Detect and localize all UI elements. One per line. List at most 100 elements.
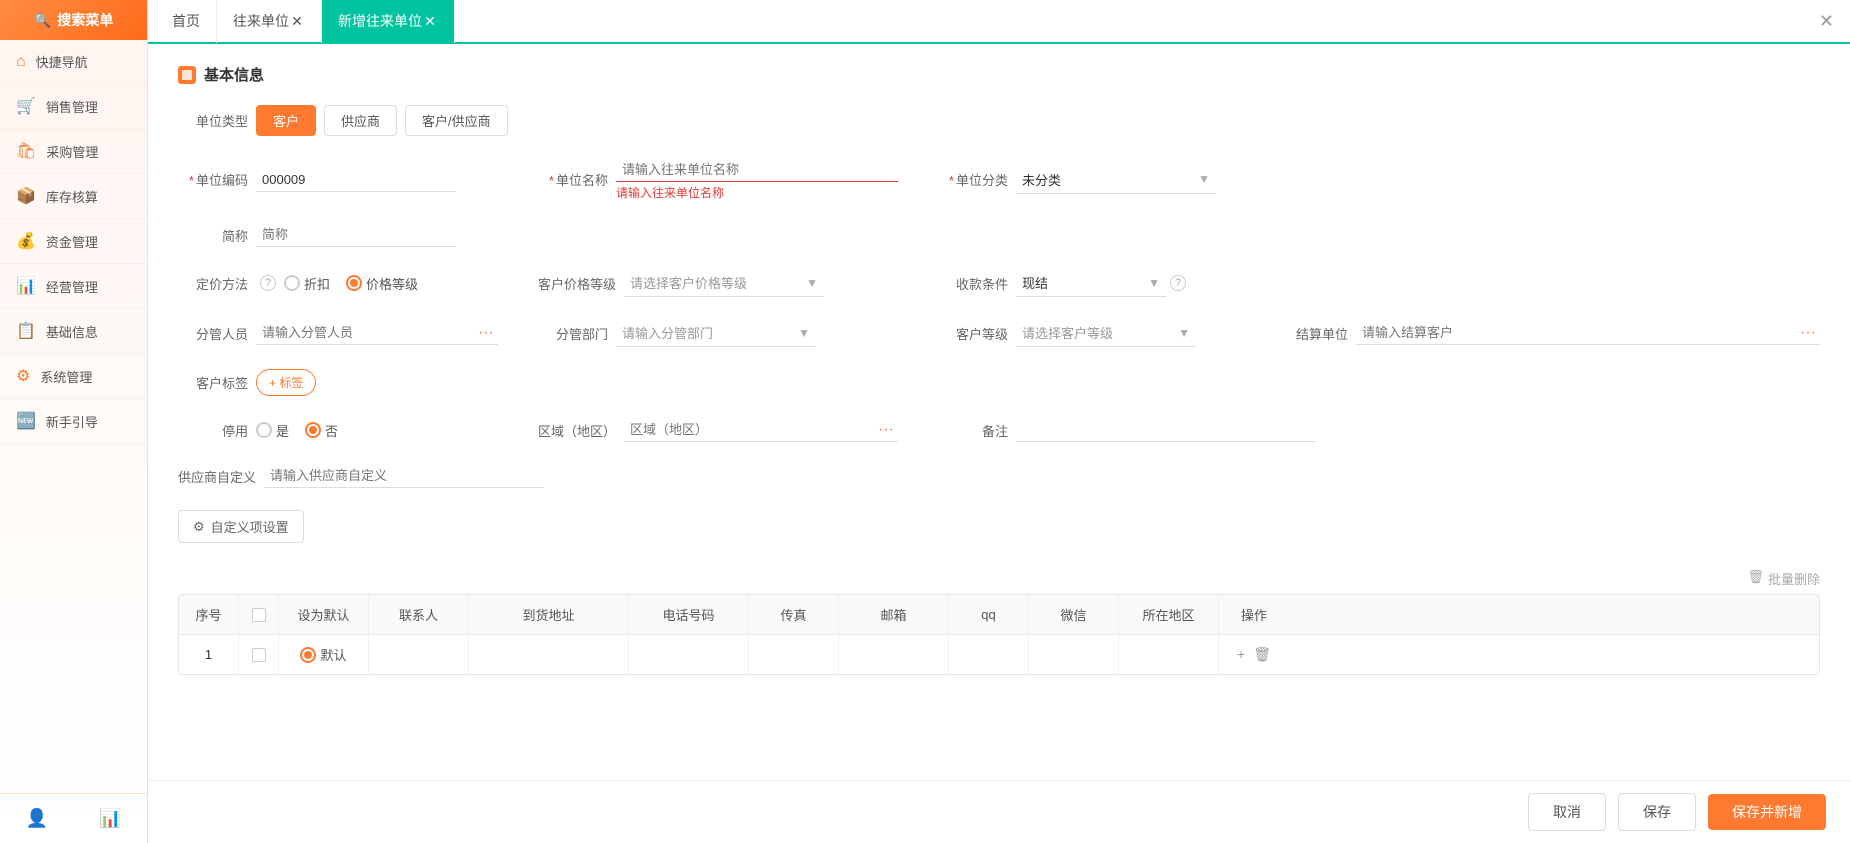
unit-name-error: 请输入往来单位名称 bbox=[616, 184, 898, 201]
tab-new-partner[interactable]: 新增往来单位 ✕ bbox=[322, 0, 455, 43]
sidebar-item-sales[interactable]: 🛒 销售管理 bbox=[0, 84, 147, 129]
department-select[interactable]: 请输入分管部门 ▼ bbox=[616, 319, 816, 347]
sidebar-item-label: 基础信息 bbox=[46, 322, 98, 341]
department-chevron: ▼ bbox=[798, 326, 810, 340]
phone-input[interactable] bbox=[637, 647, 740, 662]
purchase-icon: 🛍 bbox=[16, 141, 36, 161]
disabled-yes-label: 是 bbox=[276, 421, 289, 440]
save-new-button[interactable]: 保存并新增 bbox=[1708, 794, 1826, 830]
pricing-method-label: 定价方法 bbox=[178, 274, 248, 293]
sidebar-item-quick-nav[interactable]: ⌂ 快捷导航 bbox=[0, 40, 147, 84]
col-header-email: 邮箱 bbox=[839, 595, 949, 634]
customer-price-level-select[interactable]: 请选择客户价格等级 ▼ bbox=[624, 269, 824, 297]
pricing-discount[interactable]: 折扣 bbox=[284, 274, 330, 293]
row-checkbox[interactable] bbox=[252, 648, 266, 662]
unit-code-input[interactable] bbox=[256, 168, 456, 192]
disabled-no[interactable]: 否 bbox=[305, 421, 338, 440]
address-input[interactable] bbox=[477, 647, 620, 662]
notes-input[interactable] bbox=[1016, 418, 1316, 442]
delete-row-btn[interactable]: 🗑 bbox=[1253, 646, 1271, 663]
cancel-button[interactable]: 取消 bbox=[1528, 793, 1606, 831]
manager-row: 分管人员 ··· 分管部门 请输入分管部门 ▼ 客户等级 请选择客户等级 ▼ bbox=[178, 319, 1820, 347]
row-email[interactable] bbox=[839, 635, 949, 674]
payment-terms-chevron: ▼ bbox=[1148, 276, 1160, 290]
payment-terms-group: 收款条件 现结 ▼ ? bbox=[938, 269, 1238, 297]
sidebar-search[interactable]: 🔍 搜索菜单 bbox=[0, 0, 147, 40]
region-input[interactable] bbox=[624, 418, 874, 441]
row-fax[interactable] bbox=[749, 635, 839, 674]
sidebar-footer-right[interactable]: 📊 bbox=[74, 794, 148, 843]
sidebar-item-purchase[interactable]: 🛍 采购管理 bbox=[0, 129, 147, 174]
sidebar-item-inventory[interactable]: 📦 库存核算 bbox=[0, 174, 147, 219]
footer: 取消 保存 保存并新增 bbox=[148, 780, 1850, 843]
manager-dots-btn[interactable]: ··· bbox=[474, 324, 498, 342]
supplier-custom-group: 供应商自定义 bbox=[178, 464, 578, 488]
row-phone[interactable] bbox=[629, 635, 749, 674]
unit-type-both[interactable]: 客户/供应商 bbox=[405, 105, 508, 136]
pricing-price-level[interactable]: 价格等级 bbox=[346, 274, 418, 293]
settlement-unit-dots-btn[interactable]: ··· bbox=[1796, 324, 1820, 342]
sidebar-footer-left[interactable]: 👤 bbox=[0, 794, 74, 843]
row-address[interactable] bbox=[469, 635, 629, 674]
batch-delete-label[interactable]: 批量删除 bbox=[1768, 569, 1820, 588]
row-contact[interactable] bbox=[369, 635, 469, 674]
row-qq[interactable] bbox=[949, 635, 1029, 674]
sidebar-item-label: 销售管理 bbox=[46, 97, 98, 116]
custom-settings-button[interactable]: ⚙ 自定义项设置 bbox=[178, 510, 304, 543]
window-close-button[interactable]: ✕ bbox=[1811, 11, 1842, 32]
tab-new-partner-close[interactable]: ✕ bbox=[422, 13, 438, 29]
row-region[interactable] bbox=[1119, 635, 1219, 674]
notes-label: 备注 bbox=[938, 421, 1008, 440]
row-default[interactable]: 默认 bbox=[279, 635, 369, 674]
payment-help-icon[interactable]: ? bbox=[1170, 275, 1186, 291]
basic-info-icon: 📋 bbox=[16, 321, 36, 341]
price-level-label: 价格等级 bbox=[366, 274, 418, 293]
qq-input[interactable] bbox=[957, 647, 1020, 662]
row-default-radio[interactable]: 默认 bbox=[300, 645, 346, 664]
add-row-btn[interactable]: + bbox=[1237, 646, 1245, 663]
supplier-custom-input[interactable] bbox=[264, 464, 544, 488]
tab-partners-close[interactable]: ✕ bbox=[289, 13, 305, 29]
short-name-input[interactable] bbox=[256, 223, 456, 247]
tab-partners[interactable]: 往来单位 ✕ bbox=[217, 0, 322, 43]
tab-home[interactable]: 首页 bbox=[156, 0, 217, 43]
contacts-table: 序号 设为默认 联系人 到货地址 电话号码 传真 bbox=[178, 594, 1820, 675]
region-row-input[interactable] bbox=[1127, 647, 1210, 662]
row-check[interactable] bbox=[239, 635, 279, 674]
col-header-check[interactable] bbox=[239, 595, 279, 634]
pricing-help-icon[interactable]: ? bbox=[260, 275, 276, 291]
unit-name-input[interactable] bbox=[616, 158, 898, 182]
save-button[interactable]: 保存 bbox=[1618, 793, 1696, 831]
wechat-input[interactable] bbox=[1037, 647, 1110, 662]
fax-input[interactable] bbox=[757, 647, 830, 662]
tab-home-label: 首页 bbox=[172, 11, 200, 31]
sidebar-item-system[interactable]: ⚙ 系统管理 bbox=[0, 354, 147, 399]
customer-price-level-placeholder: 请选择客户价格等级 bbox=[630, 273, 802, 292]
region-dots-btn[interactable]: ··· bbox=[874, 421, 898, 439]
sidebar-item-guide[interactable]: 🆕 新手引导 bbox=[0, 399, 147, 444]
col-header-region: 所在地区 bbox=[1119, 595, 1219, 634]
unit-type-supplier[interactable]: 供应商 bbox=[324, 105, 397, 136]
customer-level-select[interactable]: 请选择客户等级 ▼ bbox=[1016, 319, 1196, 347]
default-radio-btn bbox=[300, 647, 316, 663]
sidebar-item-basic-info[interactable]: 📋 基础信息 bbox=[0, 309, 147, 354]
sidebar-item-finance[interactable]: 💰 资金管理 bbox=[0, 219, 147, 264]
payment-terms-select[interactable]: 现结 ▼ bbox=[1016, 269, 1166, 297]
disabled-yes[interactable]: 是 bbox=[256, 421, 289, 440]
add-tag-button[interactable]: + 标签 bbox=[256, 369, 316, 396]
supplier-custom-row: 供应商自定义 bbox=[178, 464, 1820, 488]
row-wechat[interactable] bbox=[1029, 635, 1119, 674]
settlement-unit-input[interactable] bbox=[1356, 321, 1796, 344]
unit-category-chevron: ▼ bbox=[1198, 172, 1210, 186]
manager-input[interactable] bbox=[256, 321, 474, 344]
sidebar-search-label: 搜索菜单 bbox=[57, 10, 113, 30]
contact-input[interactable] bbox=[377, 647, 460, 662]
email-input[interactable] bbox=[847, 647, 940, 662]
sidebar-item-label: 新手引导 bbox=[46, 412, 98, 431]
select-all-checkbox[interactable] bbox=[252, 608, 266, 622]
unit-type-customer[interactable]: 客户 bbox=[256, 105, 316, 136]
sales-icon: 🛒 bbox=[16, 96, 36, 116]
sidebar-item-operations[interactable]: 📊 经营管理 bbox=[0, 264, 147, 309]
unit-category-select[interactable]: 未分类 ▼ bbox=[1016, 166, 1216, 194]
unit-category-value: 未分类 bbox=[1022, 170, 1194, 189]
